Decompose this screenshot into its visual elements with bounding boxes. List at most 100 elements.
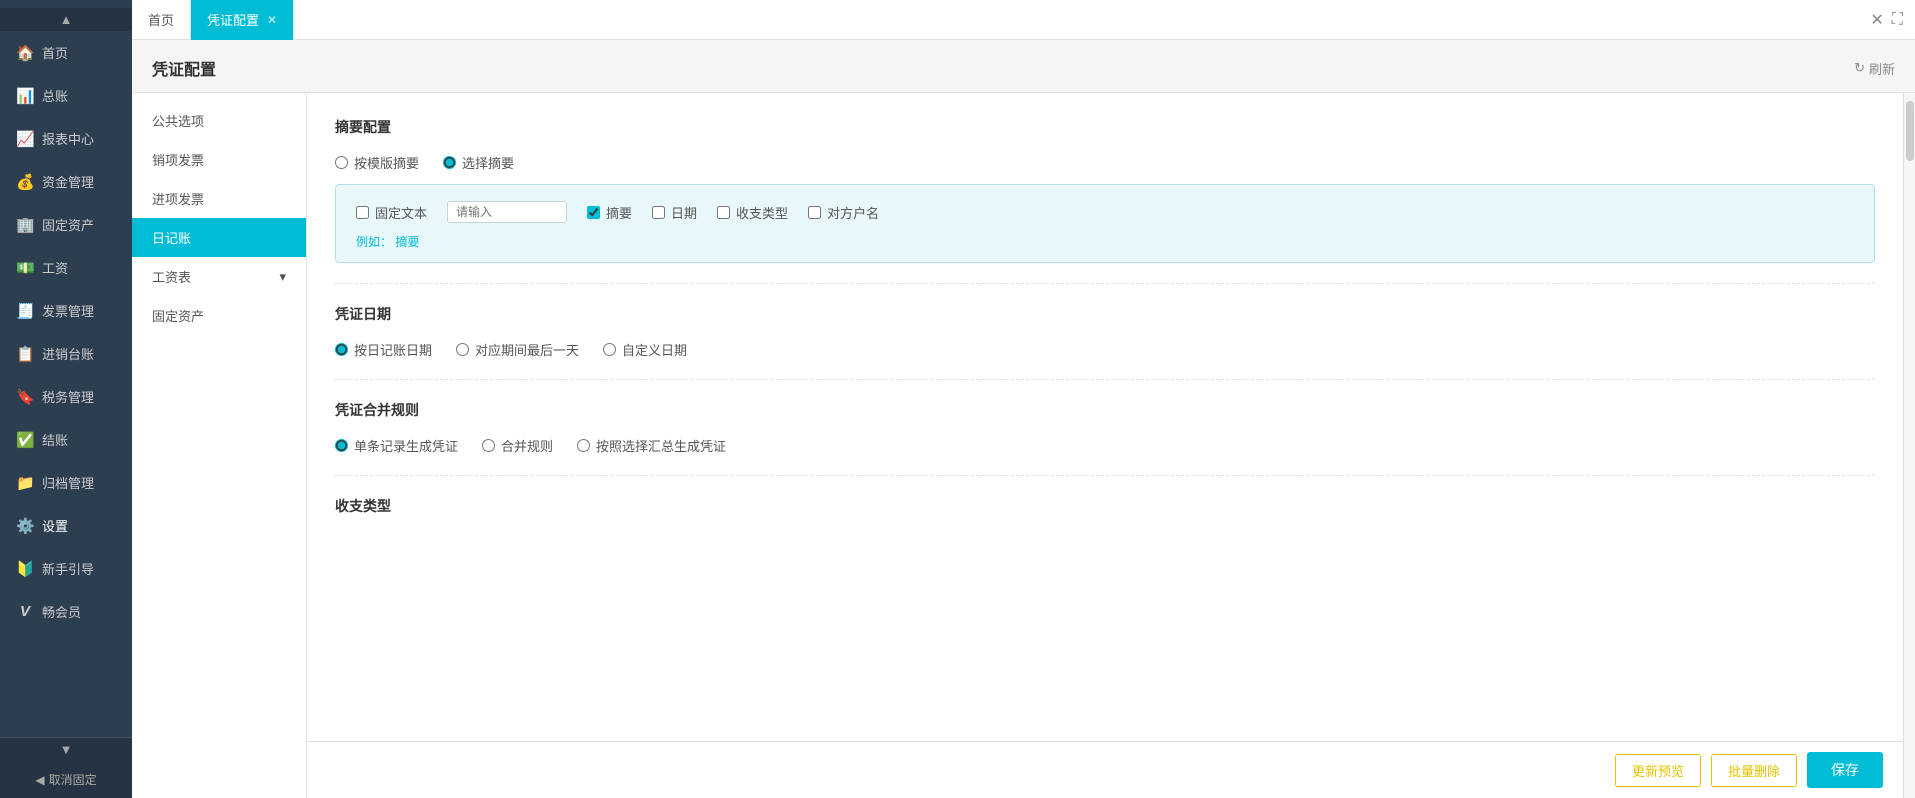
sidebar-item-settlement[interactable]: ✅ 结账 bbox=[0, 418, 132, 461]
vip-icon: V bbox=[16, 603, 34, 620]
save-button[interactable]: 保存 bbox=[1807, 752, 1883, 788]
tab-actions: ✕ ⛶ bbox=[1870, 10, 1915, 30]
nav-item-public-options[interactable]: 公共选项 bbox=[132, 101, 306, 140]
batch-delete-button[interactable]: 批量删除 bbox=[1711, 754, 1797, 787]
sidebar-item-general-ledger[interactable]: 📊 总账 bbox=[0, 74, 132, 117]
tab-bar: 首页 凭证配置 ✕ ✕ ⛶ bbox=[132, 0, 1915, 40]
checkbox-row: 固定文本 摘要 日期 bbox=[356, 201, 1854, 223]
update-preview-button[interactable]: 更新预览 bbox=[1615, 754, 1701, 787]
fixed-text-input[interactable] bbox=[447, 201, 567, 223]
scrollbar-thumb bbox=[1906, 101, 1914, 161]
custom-date-radio[interactable]: 自定义日期 bbox=[603, 340, 687, 359]
by-selection-radio[interactable]: 按照选择汇总生成凭证 bbox=[577, 436, 726, 455]
settings-icon: ⚙️ bbox=[16, 517, 34, 535]
page-content: 凭证配置 ↻ 刷新 公共选项 销项发票 进项发票 日记账 bbox=[132, 40, 1915, 798]
sidebar-item-home[interactable]: 🏠 首页 bbox=[0, 31, 132, 74]
income-expense-section: 收支类型 bbox=[335, 496, 1875, 516]
voucher-merge-title: 凭证合并规则 bbox=[335, 400, 1875, 420]
fixed-text-checkbox[interactable] bbox=[356, 206, 369, 219]
income-expense-checkbox[interactable] bbox=[717, 206, 730, 219]
sidebar-item-payroll[interactable]: 💵 工资 bbox=[0, 246, 132, 289]
sidebar-scroll-down[interactable]: ▼ bbox=[0, 738, 132, 761]
nav-item-purchase-invoice[interactable]: 进项发票 bbox=[132, 179, 306, 218]
fund-icon: 💰 bbox=[16, 173, 34, 191]
sidebar-item-archive[interactable]: 📁 归档管理 bbox=[0, 461, 132, 504]
by-selection-input[interactable] bbox=[577, 439, 590, 452]
nav-item-journal[interactable]: 日记账 bbox=[132, 218, 306, 257]
last-day-input[interactable] bbox=[456, 343, 469, 356]
refresh-button[interactable]: ↻ 刷新 bbox=[1854, 59, 1895, 78]
sidebar-item-guide[interactable]: 🔰 新手引导 bbox=[0, 547, 132, 590]
sidebar-bottom: ▼ ◀ 取消固定 bbox=[0, 737, 132, 798]
footer-bar: 更新预览 批量删除 保存 bbox=[307, 741, 1903, 798]
template-summary-radio[interactable]: 按模版摘要 bbox=[335, 153, 419, 172]
counterparty-checkbox-label[interactable]: 对方户名 bbox=[808, 203, 879, 222]
settlement-icon: ✅ bbox=[16, 431, 34, 449]
page-title: 凭证配置 bbox=[152, 56, 216, 80]
archive-icon: 📁 bbox=[16, 474, 34, 492]
date-checkbox-label[interactable]: 日期 bbox=[652, 203, 697, 222]
by-journal-date-radio[interactable]: 按日记账日期 bbox=[335, 340, 432, 359]
content-area: 公共选项 销项发票 进项发票 日记账 工资表 ▾ 固定资产 bbox=[132, 93, 1915, 798]
tab-close-icon[interactable]: ✕ bbox=[267, 13, 277, 27]
voucher-date-title: 凭证日期 bbox=[335, 304, 1875, 324]
date-checkbox[interactable] bbox=[652, 206, 665, 219]
outer-scrollbar[interactable] bbox=[1903, 93, 1915, 798]
income-expense-checkbox-label[interactable]: 收支类型 bbox=[717, 203, 788, 222]
template-summary-input[interactable] bbox=[335, 156, 348, 169]
nav-item-fixed-assets[interactable]: 固定资产 bbox=[132, 296, 306, 335]
close-window-button[interactable]: ✕ bbox=[1870, 10, 1883, 30]
expand-window-button[interactable]: ⛶ bbox=[1892, 11, 1903, 29]
merge-rules-radio[interactable]: 合并规则 bbox=[482, 436, 553, 455]
purchase-icon: 📋 bbox=[16, 345, 34, 363]
summary-checkbox[interactable] bbox=[587, 206, 600, 219]
left-nav: 公共选项 销项发票 进项发票 日记账 工资表 ▾ 固定资产 bbox=[132, 93, 307, 798]
sidebar-item-fund-management[interactable]: 💰 资金管理 bbox=[0, 160, 132, 203]
sidebar-item-fixed-assets[interactable]: 🏢 固定资产 bbox=[0, 203, 132, 246]
single-record-radio[interactable]: 单条记录生成凭证 bbox=[335, 436, 458, 455]
sidebar-item-invoice-management[interactable]: 🧾 发票管理 bbox=[0, 289, 132, 332]
single-record-input[interactable] bbox=[335, 439, 348, 452]
sidebar-item-tax-management[interactable]: 🔖 税务管理 bbox=[0, 375, 132, 418]
sidebar-scroll-up[interactable]: ▲ bbox=[0, 8, 132, 31]
sidebar: ▲ 🏠 首页 📊 总账 📈 报表中心 💰 资金管理 🏢 固定资产 💵 工资 🧾 … bbox=[0, 0, 132, 798]
sidebar-item-vip[interactable]: V 畅会员 bbox=[0, 590, 132, 633]
summary-config-section: 摘要配置 按模版摘要 选择摘要 bbox=[335, 117, 1875, 263]
payroll-icon: 💵 bbox=[16, 259, 34, 277]
refresh-icon: ↻ bbox=[1854, 60, 1865, 76]
tab-home[interactable]: 首页 bbox=[132, 0, 191, 40]
cancel-fixed-button[interactable]: ◀ 取消固定 bbox=[0, 761, 132, 798]
income-expense-title: 收支类型 bbox=[335, 496, 1875, 516]
home-icon: 🏠 bbox=[16, 44, 34, 62]
voucher-date-section: 凭证日期 按日记账日期 对应期间最后一天 bbox=[335, 304, 1875, 359]
chevron-down-icon: ▾ bbox=[279, 269, 286, 285]
main-area: 首页 凭证配置 ✕ ✕ ⛶ 凭证配置 ↻ 刷新 公共选项 bbox=[132, 0, 1915, 798]
summary-config-box: 固定文本 摘要 日期 bbox=[335, 184, 1875, 263]
pin-icon: ◀ bbox=[35, 773, 44, 787]
summary-config-title: 摘要配置 bbox=[335, 117, 1875, 137]
nav-item-payroll-table[interactable]: 工资表 ▾ bbox=[132, 257, 306, 296]
report-icon: 📈 bbox=[16, 130, 34, 148]
by-journal-date-input[interactable] bbox=[335, 343, 348, 356]
sidebar-item-purchase-sales[interactable]: 📋 进销台账 bbox=[0, 332, 132, 375]
custom-date-input[interactable] bbox=[603, 343, 616, 356]
guide-icon: 🔰 bbox=[16, 560, 34, 578]
tab-voucher-config[interactable]: 凭证配置 ✕ bbox=[191, 0, 294, 40]
fixed-text-checkbox-label[interactable]: 固定文本 bbox=[356, 203, 427, 222]
merge-rules-input[interactable] bbox=[482, 439, 495, 452]
summary-radio-group: 按模版摘要 选择摘要 bbox=[335, 153, 1875, 172]
building-icon: 🏢 bbox=[16, 216, 34, 234]
last-day-of-period-radio[interactable]: 对应期间最后一天 bbox=[456, 340, 579, 359]
right-content: 摘要配置 按模版摘要 选择摘要 bbox=[307, 93, 1903, 741]
summary-checkbox-label[interactable]: 摘要 bbox=[587, 203, 632, 222]
nav-item-sales-invoice[interactable]: 销项发票 bbox=[132, 140, 306, 179]
sidebar-item-settings[interactable]: ⚙️ 设置 bbox=[0, 504, 132, 547]
invoice-icon: 🧾 bbox=[16, 302, 34, 320]
chart-icon: 📊 bbox=[16, 87, 34, 105]
choose-summary-radio[interactable]: 选择摘要 bbox=[443, 153, 514, 172]
voucher-date-radio-group: 按日记账日期 对应期间最后一天 自定义日期 bbox=[335, 340, 1875, 359]
choose-summary-input[interactable] bbox=[443, 156, 456, 169]
sidebar-item-report-center[interactable]: 📈 报表中心 bbox=[0, 117, 132, 160]
counterparty-checkbox[interactable] bbox=[808, 206, 821, 219]
voucher-merge-radio-group: 单条记录生成凭证 合并规则 按照选择汇总生成凭证 bbox=[335, 436, 1875, 455]
